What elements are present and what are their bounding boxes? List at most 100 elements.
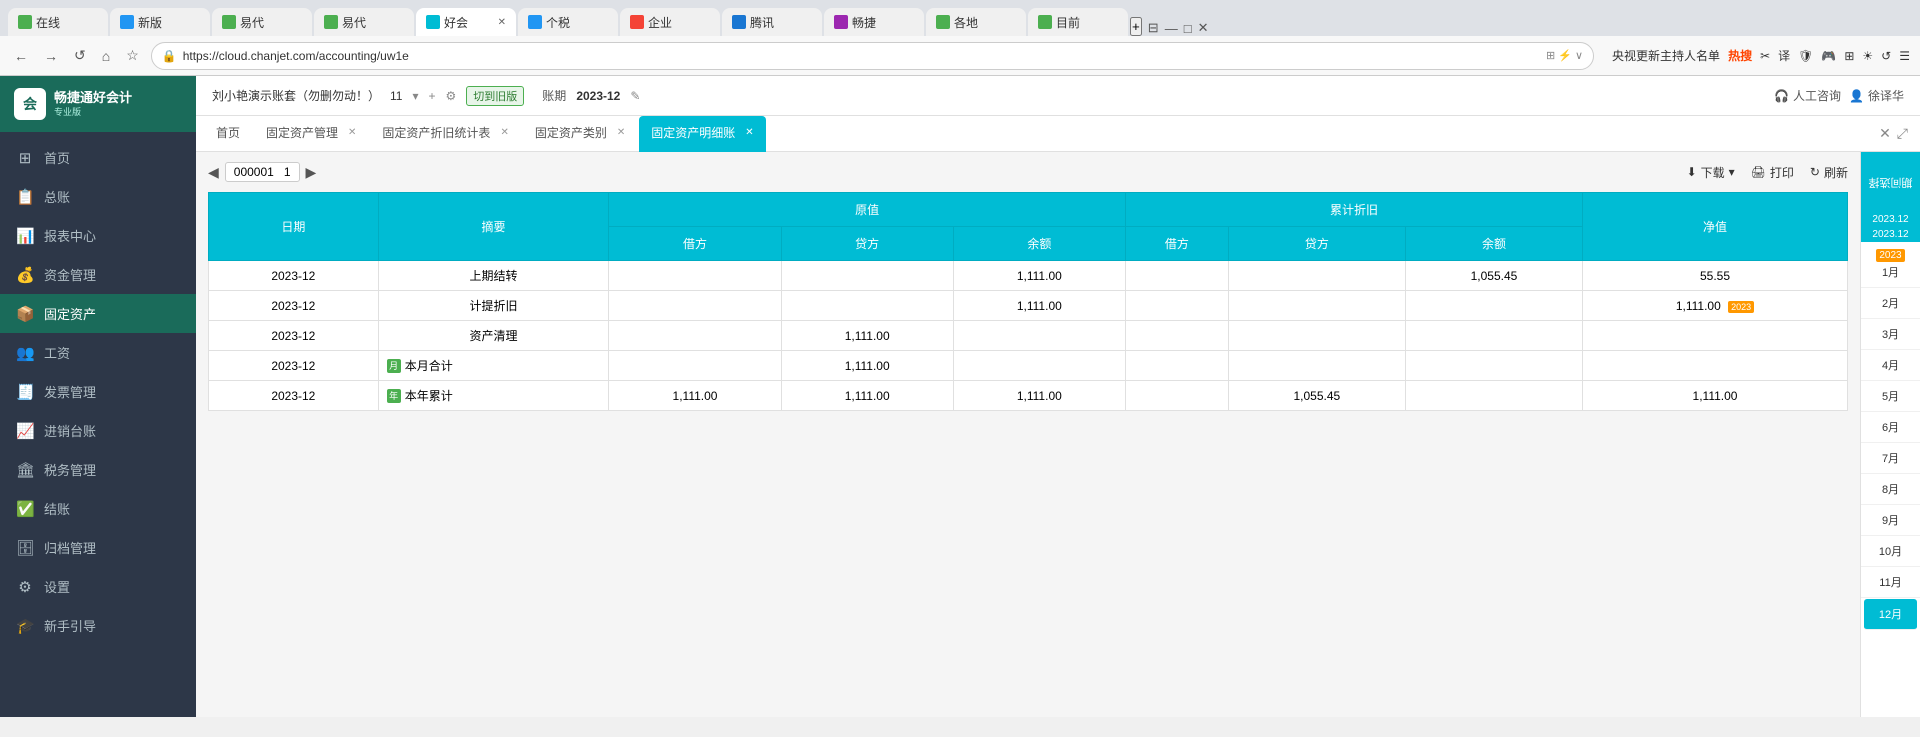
browser-tab-qiye[interactable]: 企业 xyxy=(620,8,720,36)
sidebar-item-label: 工资 xyxy=(44,343,70,362)
period-month-3[interactable]: 3月 xyxy=(1861,319,1920,350)
cell-dep-credit xyxy=(1228,261,1405,291)
browser-tab-changjie[interactable]: 畅捷 xyxy=(824,8,924,36)
tab-label: 固定资产折旧统计表 xyxy=(382,124,490,141)
prev-page-button[interactable]: ◀ xyxy=(208,164,219,181)
browser-tab-yidai2[interactable]: 易代 xyxy=(314,8,414,36)
logo-text-block: 畅捷通好会计 专业版 xyxy=(54,90,132,119)
sidebar-item-fixed-assets[interactable]: 📦 固定资产 xyxy=(0,294,196,333)
period-month-6[interactable]: 6月 xyxy=(1861,412,1920,443)
sidebar-item-home[interactable]: ⊞ 首页 xyxy=(0,138,196,177)
edit-period-icon[interactable]: ✎ xyxy=(630,89,640,103)
cell-dep-balance xyxy=(1405,291,1582,321)
browser-tab-geshui[interactable]: 个税 xyxy=(518,8,618,36)
table-row: 2023-12 月 本月合计 1,111.00 xyxy=(209,351,1848,381)
sidebar-item-tax[interactable]: 🏛 税务管理 xyxy=(0,450,196,489)
period-month-10[interactable]: 10月 xyxy=(1861,536,1920,567)
tab-area-close-btn[interactable]: ✕ xyxy=(1879,125,1891,142)
year-badge-2023: 2023 xyxy=(1876,249,1904,262)
tab-close-icon[interactable]: ✕ xyxy=(617,127,625,138)
sidebar-item-invoice[interactable]: 🧾 发票管理 xyxy=(0,372,196,411)
grid-icon[interactable]: ⊞ xyxy=(1844,49,1854,63)
sidebar-item-archive[interactable]: 🗄 归档管理 xyxy=(0,528,196,567)
shield-icon[interactable]: 🛡 xyxy=(1798,49,1813,63)
refresh-button[interactable]: ↻ 刷新 xyxy=(1810,164,1848,181)
browser-tab-tencent[interactable]: 腾讯 xyxy=(722,8,822,36)
cell-date: 2023-12 xyxy=(209,381,379,411)
hot-search-label[interactable]: 热搜 xyxy=(1728,47,1752,64)
window-restore-icon[interactable]: □ xyxy=(1184,21,1192,36)
period-month-12[interactable]: 12月 xyxy=(1864,599,1917,630)
cell-net-value: 1,111.00 xyxy=(1583,381,1848,411)
forward-button[interactable]: → xyxy=(40,46,62,66)
tab-close-icon[interactable]: ✕ xyxy=(498,17,506,28)
tab-depreciation-report[interactable]: 固定资产折旧统计表 ✕ xyxy=(370,116,520,152)
sidebar-item-period-end[interactable]: ✅ 结账 xyxy=(0,489,196,528)
cell-dep-balance xyxy=(1405,351,1582,381)
menu-icon[interactable]: ☰ xyxy=(1899,49,1910,63)
undo-icon[interactable]: ↺ xyxy=(1881,49,1891,63)
tab-home[interactable]: 首页 xyxy=(204,116,252,152)
cell-orig-debit xyxy=(609,291,781,321)
sidebar-item-settings[interactable]: ⚙ 设置 xyxy=(0,567,196,606)
dropdown-arrow-icon[interactable]: ▾ xyxy=(412,89,418,103)
back-button[interactable]: ← xyxy=(10,46,32,66)
sidebar-item-label: 总账 xyxy=(44,187,70,206)
period-month-11[interactable]: 11月 xyxy=(1861,567,1920,598)
window-minimize-icon[interactable]: — xyxy=(1165,21,1178,36)
brightness-icon[interactable]: ☀ xyxy=(1862,49,1873,63)
tab-assets-category[interactable]: 固定资产类别 ✕ xyxy=(523,116,637,152)
browser-tab-yidai1[interactable]: 易代 xyxy=(212,8,312,36)
gamepad-icon[interactable]: 🎮 xyxy=(1821,49,1836,63)
sidebar-item-funds[interactable]: 💰 资金管理 xyxy=(0,255,196,294)
switch-version-btn[interactable]: 切到旧版 xyxy=(466,86,524,106)
period-month-2[interactable]: 2月 xyxy=(1861,288,1920,319)
tab-assets-detail-ledger[interactable]: 固定资产明细账 ✕ xyxy=(639,116,765,152)
address-extra-icons: ⊞ ⚡ ∨ xyxy=(1546,49,1583,62)
cell-summary: 上期结转 xyxy=(378,261,609,291)
settings-small-icon[interactable]: ⚙ xyxy=(446,89,457,103)
new-tab-button[interactable]: + xyxy=(1130,17,1142,36)
next-page-button[interactable]: ▶ xyxy=(306,164,317,181)
period-month-9[interactable]: 9月 xyxy=(1861,505,1920,536)
print-button[interactable]: 🖨 打印 xyxy=(1751,164,1794,181)
period-month-8[interactable]: 8月 xyxy=(1861,474,1920,505)
reload-button[interactable]: ↺ xyxy=(70,45,90,66)
print-label: 打印 xyxy=(1770,164,1794,181)
home-button[interactable]: ⌂ xyxy=(98,46,114,66)
period-month-7[interactable]: 7月 xyxy=(1861,443,1920,474)
address-input-box[interactable]: 🔒 https://cloud.chanjet.com/accounting/u… xyxy=(151,42,1594,70)
scissors-icon[interactable]: ✂ xyxy=(1760,49,1770,63)
sidebar-item-guide[interactable]: 🎓 新手引导 xyxy=(0,606,196,645)
tab-close-icon[interactable]: ✕ xyxy=(500,127,508,138)
tab-menu-icon[interactable]: ⊟ xyxy=(1148,20,1159,36)
tab-close-icon[interactable]: ✕ xyxy=(745,127,753,138)
translate-icon[interactable]: 译 xyxy=(1778,47,1790,64)
browser-tab-new[interactable]: 新版 xyxy=(110,8,210,36)
plus-icon[interactable]: + xyxy=(429,89,436,103)
sidebar-item-general-ledger[interactable]: 📋 总账 xyxy=(0,177,196,216)
sidebar-item-reports[interactable]: 📊 报表中心 xyxy=(0,216,196,255)
cell-orig-balance: 1,111.00 xyxy=(953,381,1125,411)
cell-net-value xyxy=(1583,351,1848,381)
logo-title: 畅捷通好会计 xyxy=(54,90,132,106)
cell-orig-credit: 1,111.00 xyxy=(781,351,953,381)
period-month-1[interactable]: 2023 1月 xyxy=(1861,242,1920,288)
download-button[interactable]: ⬇ 下载 ▾ xyxy=(1687,164,1735,181)
window-close-icon[interactable]: ✕ xyxy=(1198,20,1209,36)
sidebar-item-payroll[interactable]: 👥 工资 xyxy=(0,333,196,372)
period-month-4[interactable]: 4月 xyxy=(1861,350,1920,381)
tab-fixed-assets-mgmt[interactable]: 固定资产管理 ✕ xyxy=(254,116,368,152)
browser-tab-muqian[interactable]: 目前 xyxy=(1028,8,1128,36)
sidebar-item-stock[interactable]: 📈 进销台账 xyxy=(0,411,196,450)
tab-close-icon[interactable]: ✕ xyxy=(348,127,356,138)
user-profile-btn[interactable]: 👤 徐译华 xyxy=(1849,87,1904,104)
tab-area-expand-btn[interactable]: ⤢ xyxy=(1897,125,1908,142)
browser-tab-haohui[interactable]: 好会 ✕ xyxy=(416,8,516,36)
browser-tab-gedi[interactable]: 各地 xyxy=(926,8,1026,36)
browser-tab-online[interactable]: 在线 xyxy=(8,8,108,36)
period-month-5[interactable]: 5月 xyxy=(1861,381,1920,412)
tab-label: 腾讯 xyxy=(750,14,774,31)
help-btn[interactable]: 🎧 人工咨询 xyxy=(1774,87,1841,104)
bookmark-button[interactable]: ☆ xyxy=(122,45,143,66)
